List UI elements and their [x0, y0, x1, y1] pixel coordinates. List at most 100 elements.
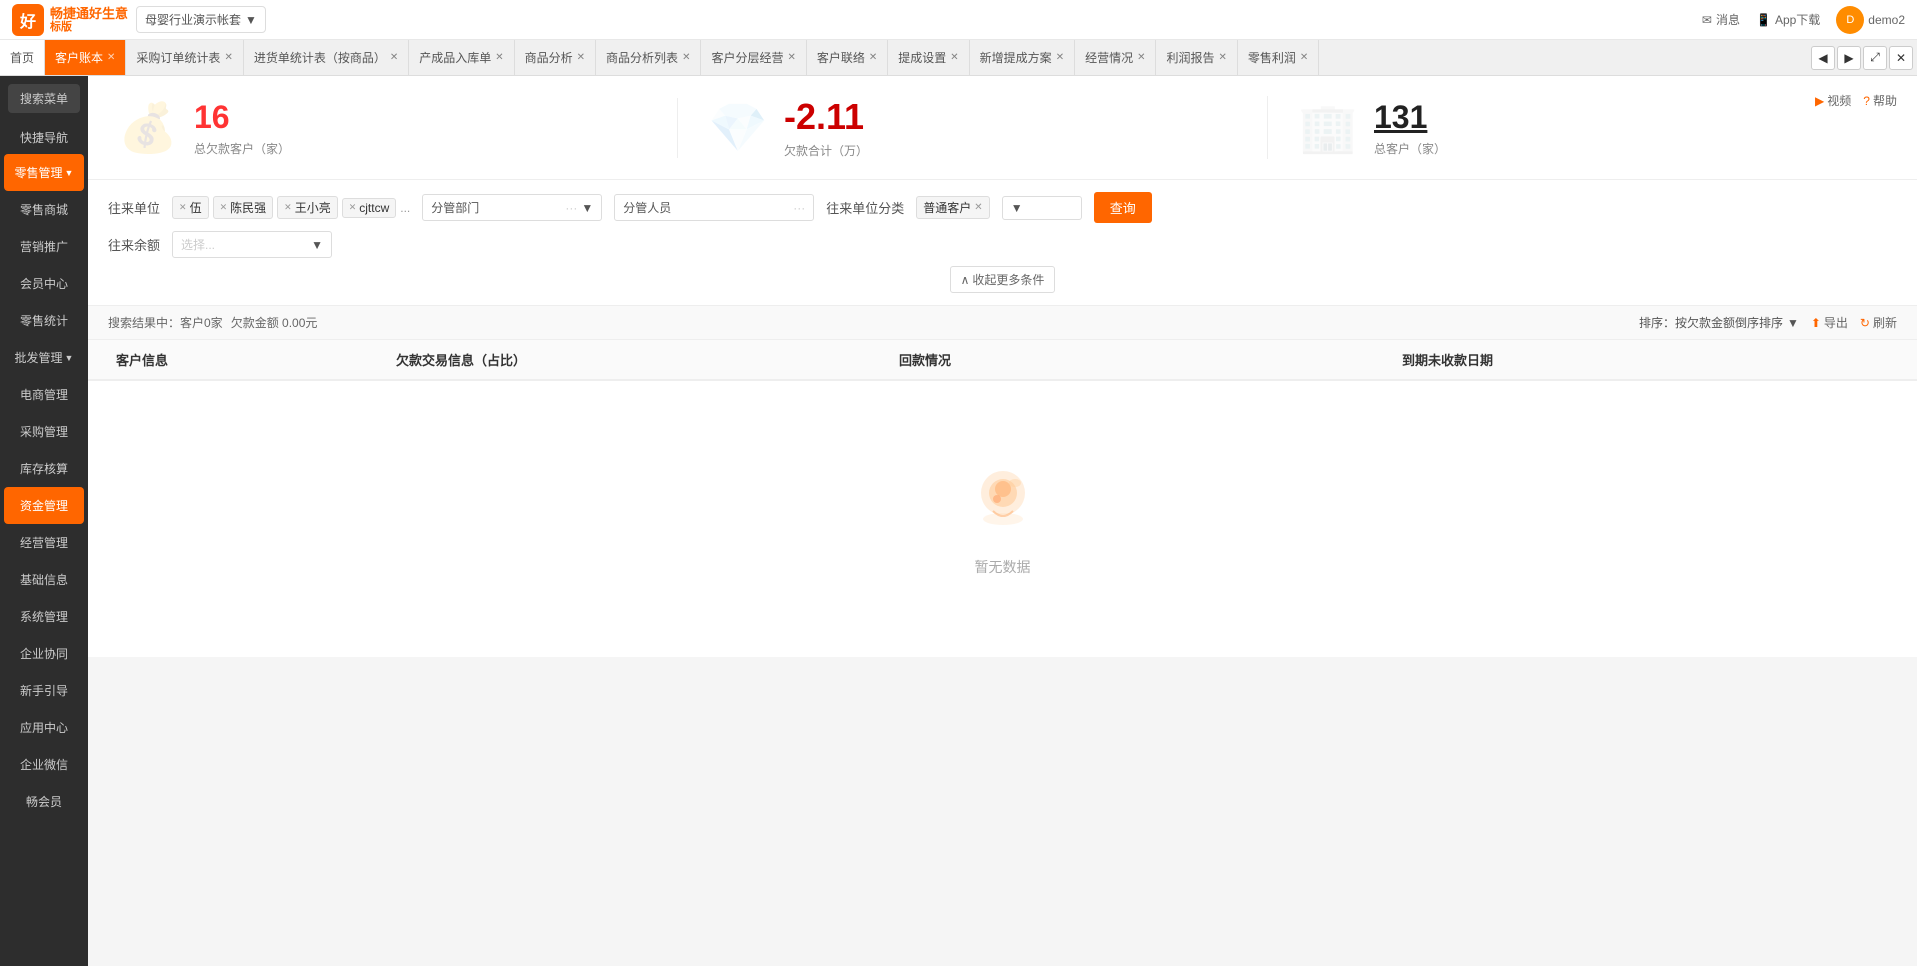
export-btn[interactable]: ⬆ 导出 — [1811, 314, 1848, 331]
branch-person-dropdown[interactable]: 分管人员 ··· — [614, 194, 814, 221]
more-tags-btn[interactable]: ... — [400, 201, 410, 215]
sidebar-item-purchase-mgmt-label: 采购管理 — [20, 425, 68, 439]
tab-retail-profit[interactable]: 零售利润 ✕ — [1238, 40, 1319, 76]
user-avatar-btn[interactable]: D demo2 — [1836, 6, 1905, 34]
help-btn[interactable]: ? 帮助 — [1863, 92, 1897, 109]
tag-close-icon[interactable]: ✕ — [349, 202, 357, 213]
close-icon[interactable]: ✕ — [787, 52, 795, 63]
col-owed-tx-info: 欠款交易信息（占比） — [388, 350, 891, 369]
sidebar-item-ecommerce-mgmt-label: 电商管理 — [20, 388, 68, 402]
close-icon[interactable]: ✕ — [950, 52, 958, 63]
sidebar-item-member-center[interactable]: 会员中心 — [0, 265, 88, 302]
tab-customer-tier[interactable]: 客户分层经营 ✕ — [701, 40, 806, 76]
close-icon[interactable]: ✕ — [577, 52, 585, 63]
table-header: 客户信息 欠款交易信息（占比） 回款情况 到期未收款日期 — [88, 340, 1917, 381]
close-icon[interactable]: ✕ — [869, 52, 877, 63]
tab-customer-tier-label: 客户分层经营 — [711, 49, 783, 66]
sidebar-item-system-mgmt[interactable]: 系统管理 — [0, 598, 88, 635]
sidebar-item-enterprise-collab[interactable]: 企业协同 — [0, 635, 88, 672]
tag-close-icon[interactable]: ✕ — [179, 202, 187, 213]
sidebar-item-operations-mgmt[interactable]: 经营管理 — [0, 524, 88, 561]
tab-scroll-left-btn[interactable]: ◀ — [1811, 46, 1835, 70]
from-unit-label: 往来单位 — [108, 198, 160, 217]
category-dropdown[interactable]: ▼ — [1002, 196, 1082, 220]
close-icon[interactable]: ✕ — [1300, 52, 1308, 63]
help-icon: ? — [1863, 94, 1870, 108]
branch-dept-dropdown[interactable]: 分管部门 ··· ▼ — [422, 194, 602, 221]
chevron-down-icon: ▼ — [245, 13, 257, 27]
sidebar-item-purchase-mgmt[interactable]: 采购管理 — [0, 413, 88, 450]
sort-dropdown[interactable]: 排序：按欠款金额倒序排序 ▼ — [1639, 314, 1799, 331]
logo-area: 好 畅捷通好生意 标版 — [12, 4, 128, 36]
sidebar-item-retail-stats[interactable]: 零售统计 — [0, 302, 88, 339]
tab-purchase-stats[interactable]: 进货单统计表（按商品） ✕ — [244, 40, 409, 76]
sidebar-item-enterprise-wechat[interactable]: 企业微信 — [0, 746, 88, 783]
sidebar-item-app-center[interactable]: 应用中心 — [0, 709, 88, 746]
stats-section: 💰 16 总欠款客户（家） 💎 -2.11 欠款合计（万） 🏢 131 — [88, 76, 1917, 180]
tab-close-all-btn[interactable]: ✕ — [1889, 46, 1913, 70]
tab-product-instock[interactable]: 产成品入库单 ✕ — [409, 40, 514, 76]
collapse-btn[interactable]: ∧ 收起更多条件 — [950, 266, 1056, 293]
sidebar-item-wholesale-mgmt[interactable]: 批发管理 ▼ — [0, 339, 88, 376]
refresh-icon: ↻ — [1860, 316, 1870, 330]
close-icon[interactable]: ✕ — [224, 52, 232, 63]
account-selector[interactable]: 母婴行业演示帐套 ▼ — [136, 6, 266, 33]
query-btn[interactable]: 查询 — [1094, 192, 1152, 223]
tab-goods-analysis[interactable]: 商品分析 ✕ — [515, 40, 596, 76]
stat-total-customers: 🏢 131 总客户（家） — [1298, 98, 1857, 158]
tag-close-icon[interactable]: ✕ — [220, 202, 228, 213]
tab-home[interactable]: 首页 — [0, 40, 45, 76]
video-btn[interactable]: ▶ 视频 — [1815, 92, 1851, 109]
sidebar-item-retail-mall[interactable]: 零售商城 — [0, 191, 88, 228]
tab-goods-analysis-label: 商品分析 — [525, 49, 573, 66]
tab-customer-contact[interactable]: 客户联络 ✕ — [807, 40, 888, 76]
sidebar-item-vip-member-label: 畅会员 — [26, 795, 62, 809]
close-icon[interactable]: ✕ — [1219, 52, 1227, 63]
close-icon[interactable]: ✕ — [682, 52, 690, 63]
tab-business-status[interactable]: 经营情况 ✕ — [1075, 40, 1156, 76]
branch-dept-label: 分管部门 — [431, 199, 479, 216]
tab-bar: 首页 客户账本 ✕ 采购订单统计表 ✕ 进货单统计表（按商品） ✕ 产成品入库单… — [0, 40, 1917, 76]
sidebar-item-marketing[interactable]: 营销推广 — [0, 228, 88, 265]
sidebar-item-capital-mgmt[interactable]: 资金管理 — [4, 487, 84, 524]
search-menu-btn[interactable]: 搜索菜单 — [8, 84, 80, 113]
close-icon[interactable]: ✕ — [1056, 52, 1064, 63]
close-icon[interactable]: ✕ — [1137, 52, 1145, 63]
close-icon[interactable]: ✕ — [495, 52, 503, 63]
results-summary: 搜索结果中：客户0家 欠款金额 0.00元 — [108, 314, 317, 331]
tab-customer-contact-label: 客户联络 — [817, 49, 865, 66]
tag-close-icon[interactable]: ✕ — [974, 202, 982, 213]
remaining-dropdown[interactable]: 选择... ▼ — [172, 231, 332, 258]
message-btn[interactable]: ✉ 消息 — [1702, 11, 1740, 28]
play-icon: ▶ — [1815, 94, 1824, 108]
tab-new-raise-plan[interactable]: 新增提成方案 ✕ — [970, 40, 1075, 76]
tag-close-icon[interactable]: ✕ — [284, 202, 292, 213]
sidebar-item-new-guide[interactable]: 新手引导 — [0, 672, 88, 709]
sidebar-item-retail-stats-label: 零售统计 — [20, 314, 68, 328]
tab-scroll-right-btn[interactable]: ▶ — [1837, 46, 1861, 70]
sidebar-item-basic-info[interactable]: 基础信息 — [0, 561, 88, 598]
tab-maximize-btn[interactable]: ⤢ — [1863, 46, 1887, 70]
sidebar-item-vip-member[interactable]: 畅会员 — [0, 783, 88, 820]
message-label: 消息 — [1716, 11, 1740, 28]
tab-retail-profit-label: 零售利润 — [1248, 49, 1296, 66]
quick-nav-btn[interactable]: 快捷导航 — [0, 121, 88, 154]
refresh-btn[interactable]: ↻ 刷新 — [1860, 314, 1897, 331]
download-btn[interactable]: 📱 App下载 — [1756, 11, 1820, 28]
sidebar-item-retail-mgmt-label: 零售管理 — [15, 164, 63, 181]
header-left: 好 畅捷通好生意 标版 母婴行业演示帐套 ▼ — [12, 4, 266, 36]
tab-goods-analysis-list[interactable]: 商品分析列表 ✕ — [596, 40, 701, 76]
sidebar-item-retail-mgmt[interactable]: 零售管理 ▼ — [4, 154, 84, 191]
tab-customer-capital[interactable]: 客户账本 ✕ — [45, 40, 126, 76]
tag-label-3: cjttcw — [359, 201, 389, 215]
username: demo2 — [1868, 13, 1905, 27]
sidebar-item-ecommerce-mgmt[interactable]: 电商管理 — [0, 376, 88, 413]
category-tags: 普通客户 ✕ — [916, 196, 989, 219]
close-icon[interactable]: ✕ — [107, 52, 115, 63]
close-icon[interactable]: ✕ — [390, 52, 398, 63]
sidebar-item-inventory-check[interactable]: 库存核算 — [0, 450, 88, 487]
tab-profit-report[interactable]: 利润报告 ✕ — [1156, 40, 1237, 76]
tab-raise-settings[interactable]: 提成设置 ✕ — [888, 40, 969, 76]
col-customer-info: 客户信息 — [108, 350, 388, 369]
tab-purchase-order[interactable]: 采购订单统计表 ✕ — [126, 40, 243, 76]
